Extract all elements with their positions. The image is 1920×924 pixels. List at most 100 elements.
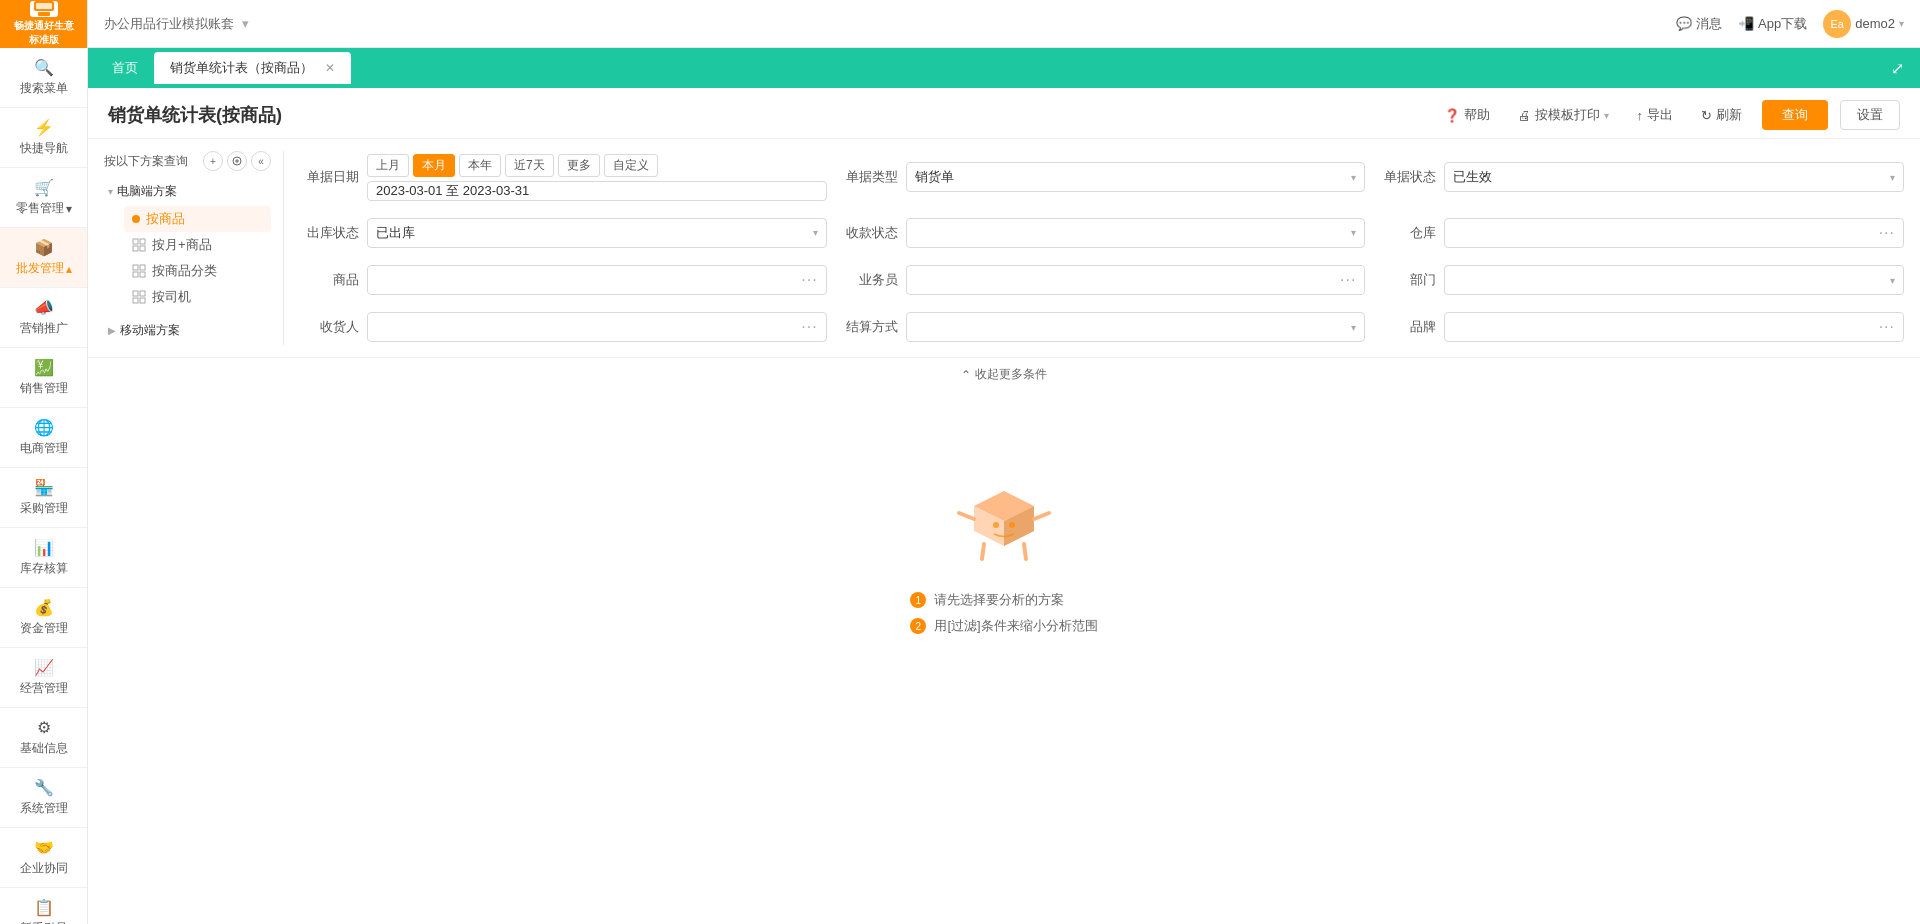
svg-rect-9 xyxy=(140,246,145,251)
empty-tips: 1 请先选择要分析的方案 2 用[过滤]条件来缩小分析范围 xyxy=(910,591,1097,635)
export-label: 导出 xyxy=(1647,106,1673,124)
date-btn-more[interactable]: 更多 xyxy=(558,154,600,177)
consignee-input[interactable]: ··· xyxy=(367,312,827,342)
svg-rect-17 xyxy=(140,298,145,303)
filter-row-storage: 仓库 ··· xyxy=(1381,215,1904,250)
dept-input[interactable]: ▾ xyxy=(1444,265,1904,295)
payment-input[interactable]: ▾ xyxy=(906,218,1366,248)
sidebar-item-marketing[interactable]: 📣 营销推广 xyxy=(0,288,87,348)
sidebar-item-basic[interactable]: ⚙ 基础信息 xyxy=(0,708,87,768)
refresh-btn[interactable]: ↻ 刷新 xyxy=(1693,102,1750,128)
type-input[interactable]: 销货单 ▾ xyxy=(906,162,1366,192)
type-label: 单据类型 xyxy=(843,168,898,186)
scheme-item-month-goods-label: 按月+商品 xyxy=(152,236,212,254)
storage-dots: ··· xyxy=(1879,224,1895,242)
help-btn[interactable]: ❓ 帮助 xyxy=(1436,102,1498,128)
tab-home[interactable]: 首页 xyxy=(96,52,154,84)
tree-arrow-mobile: ▶ xyxy=(108,325,116,336)
scheme-section-mobile-label: 移动端方案 xyxy=(120,322,180,339)
scheme-panel-header: 按以下方案查询 + « xyxy=(104,151,271,171)
page-inner: 销货单统计表(按商品) ❓ 帮助 🖨 按模板打印 ▾ ↑ 导出 xyxy=(88,88,1920,924)
svg-rect-11 xyxy=(140,265,145,270)
message-btn[interactable]: 💬 消息 xyxy=(1676,15,1722,33)
sidebar-item-sales[interactable]: 💹 销售管理 xyxy=(0,348,87,408)
sidebar-item-cooperation[interactable]: 🤝 企业协同 xyxy=(0,828,87,888)
message-label: 消息 xyxy=(1696,15,1722,33)
svg-point-22 xyxy=(1009,522,1015,528)
main-container: 办公用品行业模拟账套 ▾ 💬 消息 📲 App下载 Ea demo2 ▾ 首 xyxy=(88,0,1920,924)
date-btn-lastmonth[interactable]: 上月 xyxy=(367,154,409,177)
date-quick-btns: 上月 本月 本年 近7天 更多 自定义 xyxy=(367,154,819,177)
tab-close-icon[interactable]: ✕ xyxy=(325,61,335,75)
svg-line-24 xyxy=(1024,544,1026,559)
settlement-caret: ▾ xyxy=(1351,322,1356,333)
header-left: 办公用品行业模拟账套 ▾ xyxy=(104,15,249,33)
tree-arrow-pc: ▾ xyxy=(108,186,113,197)
sidebar-item-search[interactable]: 🔍 搜索菜单 xyxy=(0,48,87,108)
warehouse-input[interactable]: 已出库 ▾ xyxy=(367,218,827,248)
sidebar-item-operations[interactable]: 📈 经营管理 xyxy=(0,648,87,708)
scheme-section-mobile[interactable]: ▶ 移动端方案 xyxy=(104,318,271,343)
user-name: demo2 xyxy=(1855,16,1895,31)
brand-dots: ··· xyxy=(1879,318,1895,336)
date-range-input[interactable]: 2023-03-01 至 2023-03-31 xyxy=(367,181,827,201)
scheme-edit-btn[interactable] xyxy=(227,151,247,171)
page-content: 销货单统计表(按商品) ❓ 帮助 🖨 按模板打印 ▾ ↑ 导出 xyxy=(88,88,1920,924)
app-download-btn[interactable]: 📲 App下载 xyxy=(1738,15,1807,33)
brand-label: 品牌 xyxy=(1381,318,1436,336)
print-btn[interactable]: 🖨 按模板打印 ▾ xyxy=(1510,102,1617,128)
date-btn-thisyear[interactable]: 本年 xyxy=(459,154,501,177)
sidebar-item-wholesale[interactable]: 📦 批发管理 ▴ xyxy=(0,228,87,288)
settlement-input[interactable]: ▾ xyxy=(906,312,1366,342)
warehouse-value: 已出库 xyxy=(376,224,415,242)
export-btn[interactable]: ↑ 导出 xyxy=(1629,102,1682,128)
date-label: 单据日期 xyxy=(304,168,359,186)
brand-input[interactable]: ··· xyxy=(1444,312,1904,342)
date-btn-custom[interactable]: 自定义 xyxy=(604,154,658,177)
sidebar-item-purchase[interactable]: 🏪 采购管理 xyxy=(0,468,87,528)
date-btn-7days[interactable]: 近7天 xyxy=(505,154,554,177)
scheme-item-driver[interactable]: 按司机 xyxy=(124,284,271,310)
tab-maximize-icon[interactable]: ⤢ xyxy=(1883,59,1912,78)
user-menu[interactable]: Ea demo2 ▾ xyxy=(1823,10,1904,38)
scheme-item-month-goods[interactable]: 按月+商品 xyxy=(124,232,271,258)
download-icon: 📲 xyxy=(1738,16,1754,31)
status-input[interactable]: 已生效 ▾ xyxy=(1444,162,1904,192)
scheme-item-category[interactable]: 按商品分类 xyxy=(124,258,271,284)
scheme-collapse-btn[interactable]: « xyxy=(251,151,271,171)
sidebar-item-system[interactable]: 🔧 系统管理 xyxy=(0,768,87,828)
filter-fields: 单据日期 上月 本月 本年 近7天 更多 自定义 2023- xyxy=(284,151,1904,345)
scheme-item-goods[interactable]: 按商品 xyxy=(124,206,271,232)
user-arrow: ▾ xyxy=(1899,18,1904,29)
query-btn[interactable]: 查询 xyxy=(1762,100,1828,130)
collapse-label: 收起更多条件 xyxy=(975,366,1047,383)
date-range-value: 2023-03-01 至 2023-03-31 xyxy=(376,182,529,200)
sidebar-item-quicknav[interactable]: ⚡ 快捷导航 xyxy=(0,108,87,168)
collapse-bar[interactable]: ⌃ 收起更多条件 xyxy=(88,357,1920,391)
tab-report[interactable]: 销货单统计表（按商品） ✕ xyxy=(154,52,351,84)
tip-text-2: 用[过滤]条件来缩小分析范围 xyxy=(934,617,1097,635)
sidebar-item-marketing-label: 营销推广 xyxy=(20,320,68,337)
sidebar-item-search-label: 搜索菜单 xyxy=(20,80,68,97)
date-btn-thismonth[interactable]: 本月 xyxy=(413,154,455,177)
svg-rect-16 xyxy=(133,298,138,303)
finance-icon: 💰 xyxy=(34,598,54,617)
warehouse-caret: ▾ xyxy=(813,227,818,238)
page-actions: ❓ 帮助 🖨 按模板打印 ▾ ↑ 导出 ↻ 刷新 xyxy=(1436,100,1901,130)
empty-illustration xyxy=(944,471,1064,571)
inventory-icon: 📊 xyxy=(34,538,54,557)
settings-btn[interactable]: 设置 xyxy=(1840,100,1900,130)
breadcrumb-arrow[interactable]: ▾ xyxy=(242,16,249,31)
goods-input[interactable]: ··· xyxy=(367,265,827,295)
scheme-add-btn[interactable]: + xyxy=(203,151,223,171)
scheme-panel: 按以下方案查询 + « ▾ 电脑端方案 xyxy=(104,151,284,345)
sidebar-item-retail[interactable]: 🛒 零售管理 ▾ xyxy=(0,168,87,228)
goods-label: 商品 xyxy=(304,271,359,289)
sidebar-item-guide[interactable]: 📋 新手引导 xyxy=(0,888,87,924)
sidebar-item-inventory[interactable]: 📊 库存核算 xyxy=(0,528,87,588)
salesperson-input[interactable]: ··· xyxy=(906,265,1366,295)
storage-input[interactable]: ··· xyxy=(1444,218,1904,248)
sidebar-item-ecommerce[interactable]: 🌐 电商管理 xyxy=(0,408,87,468)
sidebar-item-finance[interactable]: 💰 资金管理 xyxy=(0,588,87,648)
scheme-section-pc[interactable]: ▾ 电脑端方案 xyxy=(104,179,271,204)
